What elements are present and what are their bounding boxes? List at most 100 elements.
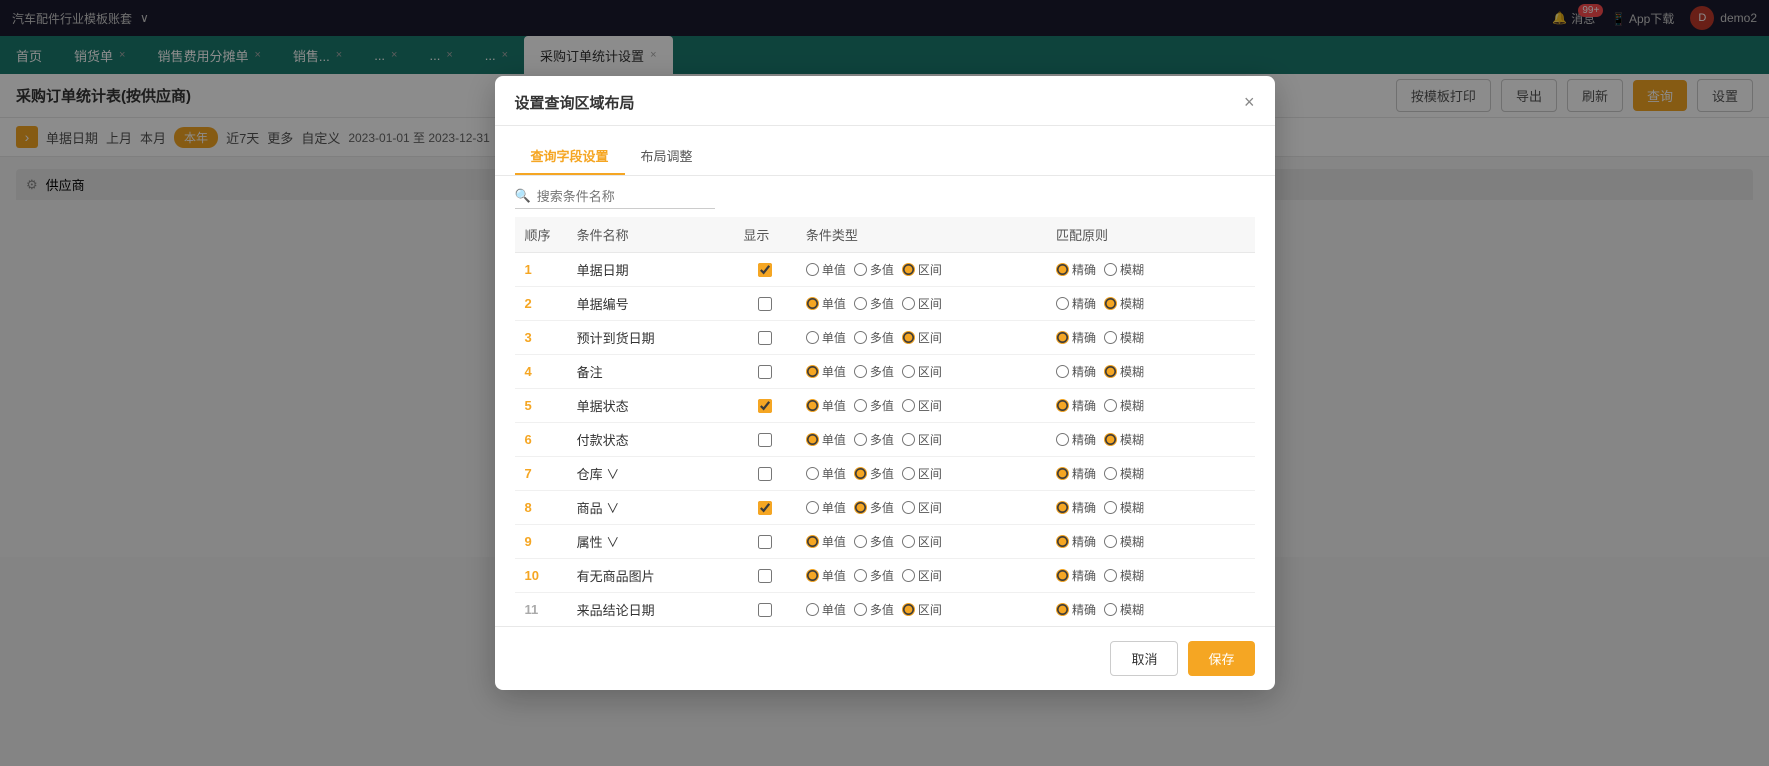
type-radio[interactable]	[806, 365, 819, 378]
type-radio[interactable]	[902, 603, 915, 616]
type-radio-label[interactable]: 多值	[854, 601, 894, 618]
type-radio-label[interactable]: 区间	[902, 499, 942, 516]
modal-tab-query-fields[interactable]: 查询字段设置	[515, 138, 625, 175]
show-checkbox[interactable]	[758, 603, 772, 617]
show-checkbox[interactable]	[758, 501, 772, 515]
type-radio-label[interactable]: 单值	[806, 533, 846, 550]
match-radio-label[interactable]: 精确	[1056, 601, 1096, 618]
save-button[interactable]: 保存	[1188, 641, 1254, 676]
type-radio[interactable]	[854, 399, 867, 412]
type-radio-label[interactable]: 单值	[806, 499, 846, 516]
type-radio[interactable]	[806, 569, 819, 582]
match-radio-label[interactable]: 精确	[1056, 261, 1096, 278]
type-radio-label[interactable]: 区间	[902, 397, 942, 414]
match-radio-label[interactable]: 模糊	[1104, 329, 1144, 346]
type-radio-label[interactable]: 单值	[806, 601, 846, 618]
match-radio[interactable]	[1056, 263, 1069, 276]
match-radio[interactable]	[1104, 569, 1117, 582]
match-radio[interactable]	[1104, 297, 1117, 310]
type-radio-label[interactable]: 单值	[806, 295, 846, 312]
type-radio-label[interactable]: 单值	[806, 329, 846, 346]
match-radio-label[interactable]: 模糊	[1104, 533, 1144, 550]
match-radio-label[interactable]: 模糊	[1104, 465, 1144, 482]
type-radio-label[interactable]: 区间	[902, 329, 942, 346]
type-radio-label[interactable]: 区间	[902, 261, 942, 278]
type-radio[interactable]	[902, 263, 915, 276]
type-radio[interactable]	[806, 501, 819, 514]
type-radio[interactable]	[854, 331, 867, 344]
type-radio[interactable]	[854, 297, 867, 310]
type-radio-label[interactable]: 多值	[854, 397, 894, 414]
show-checkbox[interactable]	[758, 467, 772, 481]
type-radio[interactable]	[854, 365, 867, 378]
match-radio-label[interactable]: 精确	[1056, 329, 1096, 346]
match-radio-label[interactable]: 模糊	[1104, 499, 1144, 516]
type-radio-label[interactable]: 多值	[854, 465, 894, 482]
type-radio[interactable]	[902, 331, 915, 344]
match-radio-label[interactable]: 精确	[1056, 363, 1096, 380]
match-radio[interactable]	[1056, 501, 1069, 514]
type-radio[interactable]	[854, 433, 867, 446]
match-radio-label[interactable]: 模糊	[1104, 397, 1144, 414]
match-radio-label[interactable]: 模糊	[1104, 363, 1144, 380]
type-radio-label[interactable]: 区间	[902, 431, 942, 448]
show-checkbox[interactable]	[758, 297, 772, 311]
match-radio-label[interactable]: 精确	[1056, 431, 1096, 448]
type-radio[interactable]	[902, 535, 915, 548]
match-radio-label[interactable]: 精确	[1056, 567, 1096, 584]
match-radio-label[interactable]: 精确	[1056, 397, 1096, 414]
search-input[interactable]	[537, 189, 715, 204]
match-radio-label[interactable]: 精确	[1056, 465, 1096, 482]
match-radio-label[interactable]: 精确	[1056, 295, 1096, 312]
show-checkbox[interactable]	[758, 331, 772, 345]
type-radio[interactable]	[806, 433, 819, 446]
match-radio[interactable]	[1056, 331, 1069, 344]
modal-tab-layout-adjust[interactable]: 布局调整	[625, 138, 709, 175]
type-radio[interactable]	[806, 535, 819, 548]
type-radio-label[interactable]: 单值	[806, 465, 846, 482]
type-radio[interactable]	[806, 263, 819, 276]
type-radio[interactable]	[854, 263, 867, 276]
type-radio-label[interactable]: 多值	[854, 533, 894, 550]
type-radio-label[interactable]: 多值	[854, 499, 894, 516]
type-radio[interactable]	[902, 569, 915, 582]
match-radio[interactable]	[1056, 603, 1069, 616]
modal-close-button[interactable]: ×	[1244, 92, 1255, 113]
match-radio[interactable]	[1104, 399, 1117, 412]
type-radio[interactable]	[854, 467, 867, 480]
type-radio-label[interactable]: 多值	[854, 363, 894, 380]
cancel-button[interactable]: 取消	[1110, 641, 1178, 676]
type-radio-label[interactable]: 区间	[902, 295, 942, 312]
match-radio-label[interactable]: 模糊	[1104, 261, 1144, 278]
show-checkbox[interactable]	[758, 535, 772, 549]
type-radio-label[interactable]: 单值	[806, 567, 846, 584]
match-radio-label[interactable]: 模糊	[1104, 295, 1144, 312]
type-radio[interactable]	[902, 365, 915, 378]
type-radio[interactable]	[902, 467, 915, 480]
type-radio[interactable]	[854, 535, 867, 548]
show-checkbox[interactable]	[758, 433, 772, 447]
match-radio-label[interactable]: 精确	[1056, 533, 1096, 550]
type-radio-label[interactable]: 多值	[854, 261, 894, 278]
match-radio[interactable]	[1056, 535, 1069, 548]
match-radio-label[interactable]: 精确	[1056, 499, 1096, 516]
match-radio-label[interactable]: 模糊	[1104, 601, 1144, 618]
type-radio-label[interactable]: 区间	[902, 465, 942, 482]
type-radio[interactable]	[854, 603, 867, 616]
type-radio[interactable]	[854, 501, 867, 514]
type-radio-label[interactable]: 单值	[806, 431, 846, 448]
match-radio[interactable]	[1104, 501, 1117, 514]
type-radio-label[interactable]: 多值	[854, 295, 894, 312]
show-checkbox[interactable]	[758, 263, 772, 277]
match-radio[interactable]	[1104, 263, 1117, 276]
match-radio[interactable]	[1056, 569, 1069, 582]
match-radio[interactable]	[1056, 399, 1069, 412]
show-checkbox[interactable]	[758, 569, 772, 583]
type-radio-label[interactable]: 多值	[854, 567, 894, 584]
match-radio[interactable]	[1056, 297, 1069, 310]
type-radio-label[interactable]: 多值	[854, 431, 894, 448]
type-radio[interactable]	[806, 297, 819, 310]
type-radio-label[interactable]: 单值	[806, 397, 846, 414]
match-radio[interactable]	[1056, 433, 1069, 446]
match-radio-label[interactable]: 模糊	[1104, 431, 1144, 448]
